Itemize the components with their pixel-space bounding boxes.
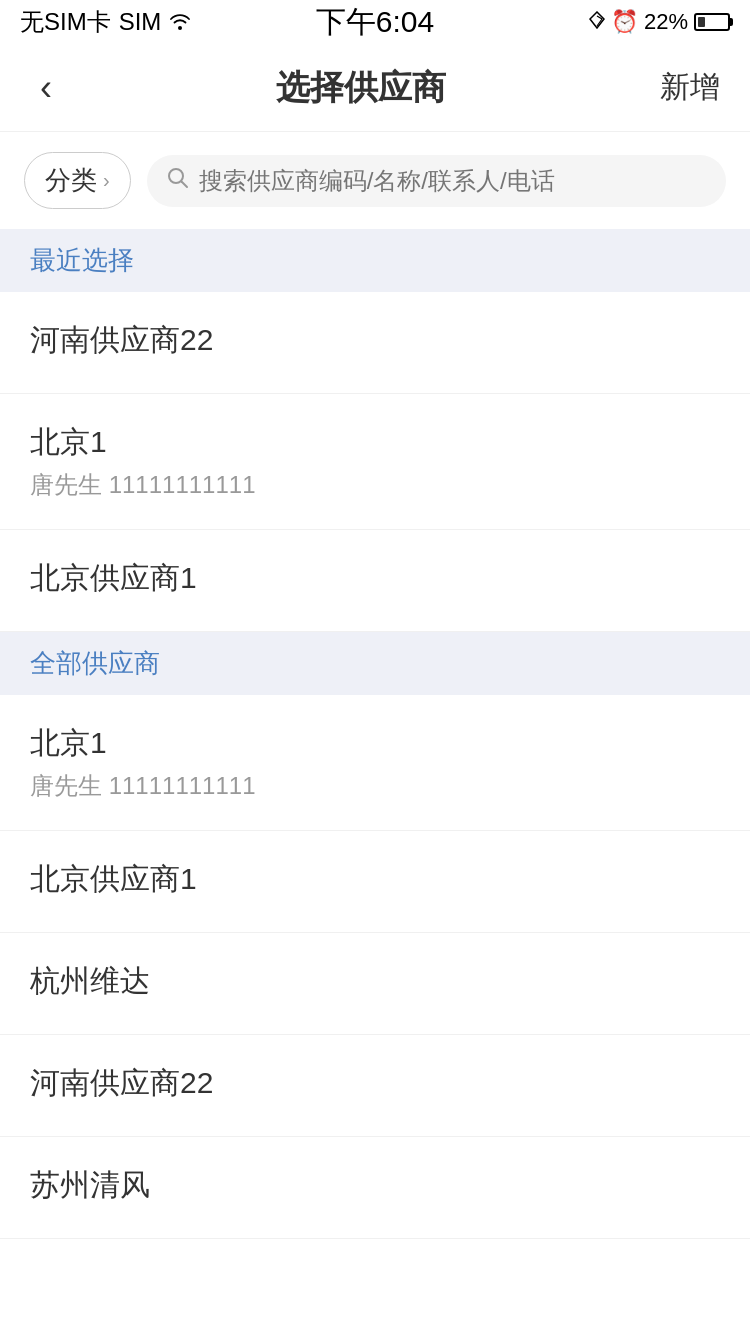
category-label: 分类 xyxy=(45,163,97,198)
nav-bar: ‹ 选择供应商 新增 xyxy=(0,44,750,132)
item-name: 北京供应商1 xyxy=(30,859,720,900)
wifi-icon xyxy=(169,8,191,36)
battery-icon xyxy=(694,13,730,31)
page-title: 选择供应商 xyxy=(276,65,446,111)
search-input[interactable] xyxy=(199,167,706,195)
item-name: 北京供应商1 xyxy=(30,558,720,599)
search-box[interactable] xyxy=(147,155,726,207)
item-detail: 唐先生 11111111111 xyxy=(30,469,720,501)
item-name: 河南供应商22 xyxy=(30,320,720,361)
list-item[interactable]: 北京1 唐先生 11111111111 xyxy=(0,695,750,831)
location-icon xyxy=(589,9,605,35)
battery-percent: 22% xyxy=(644,9,688,35)
recent-section-header: 最近选择 xyxy=(0,229,750,292)
list-item[interactable]: 苏州清风 xyxy=(0,1137,750,1239)
status-right: ⏰ 22% xyxy=(589,9,730,35)
item-name: 杭州维达 xyxy=(30,961,720,1002)
all-section-header: 全部供应商 xyxy=(0,632,750,695)
all-items-list: 北京1 唐先生 11111111111 北京供应商1 杭州维达河南供应商22 苏州清风 xyxy=(0,695,750,1239)
item-name: 北京1 xyxy=(30,422,720,463)
list-item[interactable]: 杭州维达 xyxy=(0,933,750,1035)
recent-section-label: 最近选择 xyxy=(30,245,134,275)
list-item[interactable]: 北京供应商1 xyxy=(0,530,750,632)
carrier-text: 无SIM卡 xyxy=(20,6,111,38)
search-icon xyxy=(167,167,189,195)
list-item[interactable]: 河南供应商22 xyxy=(0,1035,750,1137)
list-item[interactable]: 北京供应商1 xyxy=(0,831,750,933)
item-name: 苏州清风 xyxy=(30,1165,720,1206)
item-detail: 唐先生 11111111111 xyxy=(30,770,720,802)
list-item[interactable]: 北京1 唐先生 11111111111 xyxy=(0,394,750,530)
status-time: 下午6:04 xyxy=(316,2,434,43)
add-button[interactable]: 新增 xyxy=(660,67,720,108)
back-button[interactable]: ‹ xyxy=(30,57,62,119)
item-name: 河南供应商22 xyxy=(30,1063,720,1104)
status-left: 无SIM卡 SIM xyxy=(20,6,191,38)
item-name: 北京1 xyxy=(30,723,720,764)
recent-items-list: 河南供应商22 北京1 唐先生 11111111111 北京供应商1 xyxy=(0,292,750,632)
all-section-label: 全部供应商 xyxy=(30,648,160,678)
status-bar: 无SIM卡 SIM 下午6:04 ⏰ 22% xyxy=(0,0,750,44)
chevron-right-icon: › xyxy=(103,169,110,192)
list-item[interactable]: 河南供应商22 xyxy=(0,292,750,394)
alarm-icon: ⏰ xyxy=(611,9,638,35)
category-button[interactable]: 分类 › xyxy=(24,152,131,209)
svg-line-1 xyxy=(181,181,187,187)
filter-bar: 分类 › xyxy=(0,132,750,229)
sim-icon: SIM xyxy=(119,8,162,36)
